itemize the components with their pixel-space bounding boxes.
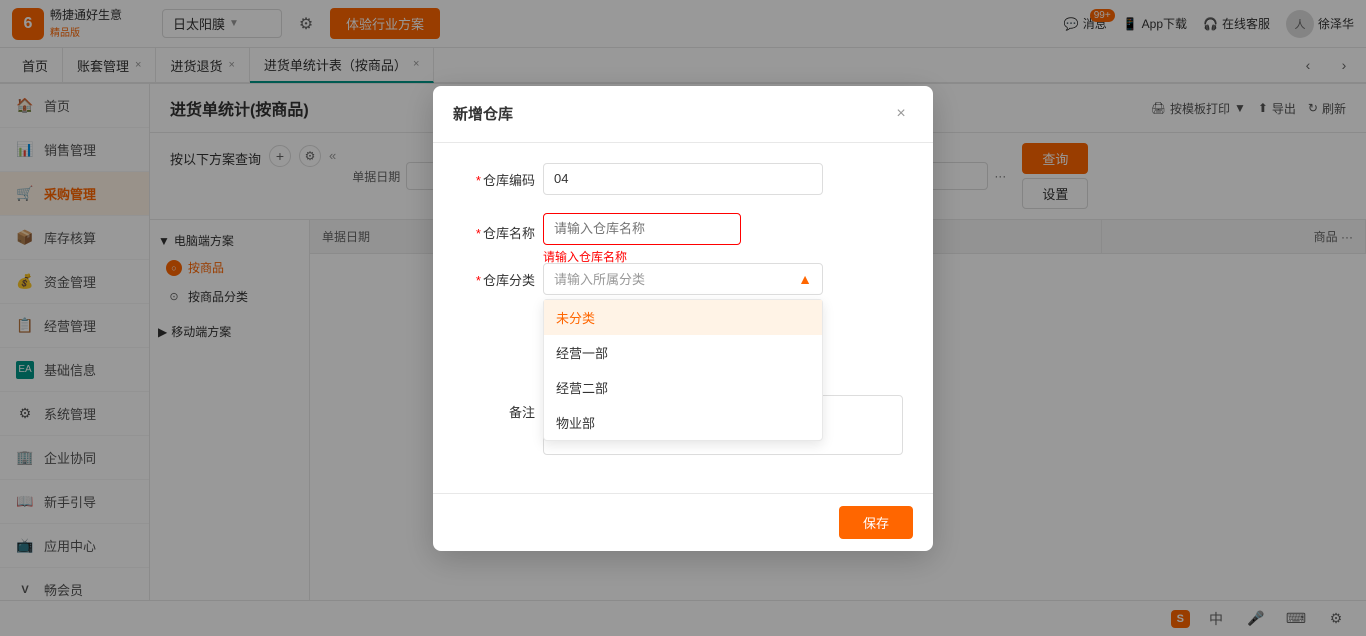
code-label: 仓库编码 — [463, 163, 543, 189]
category-up-arrow: ▲ — [798, 271, 812, 287]
remarks-label: 备注 — [463, 395, 543, 421]
category-label: 仓库分类 — [463, 263, 543, 289]
add-warehouse-modal: 新增仓库 × 仓库编码 仓库名称 请输入仓库名称 仓库分类 — [433, 86, 933, 551]
modal-close-button[interactable]: × — [889, 102, 913, 126]
dropdown-item-uncategorized[interactable]: 未分类 — [544, 300, 822, 335]
dropdown-item-dept1[interactable]: 经营一部 — [544, 335, 822, 370]
form-row-name: 仓库名称 请输入仓库名称 — [463, 213, 903, 245]
modal-footer: 保存 — [433, 493, 933, 551]
form-row-code: 仓库编码 — [463, 163, 903, 195]
code-input[interactable] — [543, 163, 823, 195]
save-button[interactable]: 保存 — [839, 506, 913, 539]
modal-title: 新增仓库 — [453, 103, 513, 124]
category-dropdown-trigger[interactable]: 请输入所属分类 ▲ — [543, 263, 823, 295]
modal-body: 仓库编码 仓库名称 请输入仓库名称 仓库分类 请输入所属分类 ▲ — [433, 143, 933, 493]
dropdown-item-dept2[interactable]: 经营二部 — [544, 370, 822, 405]
dropdown-item-dept3[interactable]: 物业部 — [544, 405, 822, 440]
name-input[interactable] — [543, 213, 741, 245]
modal-header: 新增仓库 × — [433, 86, 933, 143]
form-row-category: 仓库分类 请输入所属分类 ▲ 未分类 经营一部 经营二部 物业部 — [463, 263, 903, 295]
modal-overlay[interactable]: 新增仓库 × 仓库编码 仓库名称 请输入仓库名称 仓库分类 — [0, 0, 1366, 636]
category-dropdown-menu: 未分类 经营一部 经营二部 物业部 — [543, 299, 823, 441]
category-wrapper: 请输入所属分类 ▲ 未分类 经营一部 经营二部 物业部 — [543, 263, 823, 295]
name-label: 仓库名称 — [463, 216, 543, 242]
